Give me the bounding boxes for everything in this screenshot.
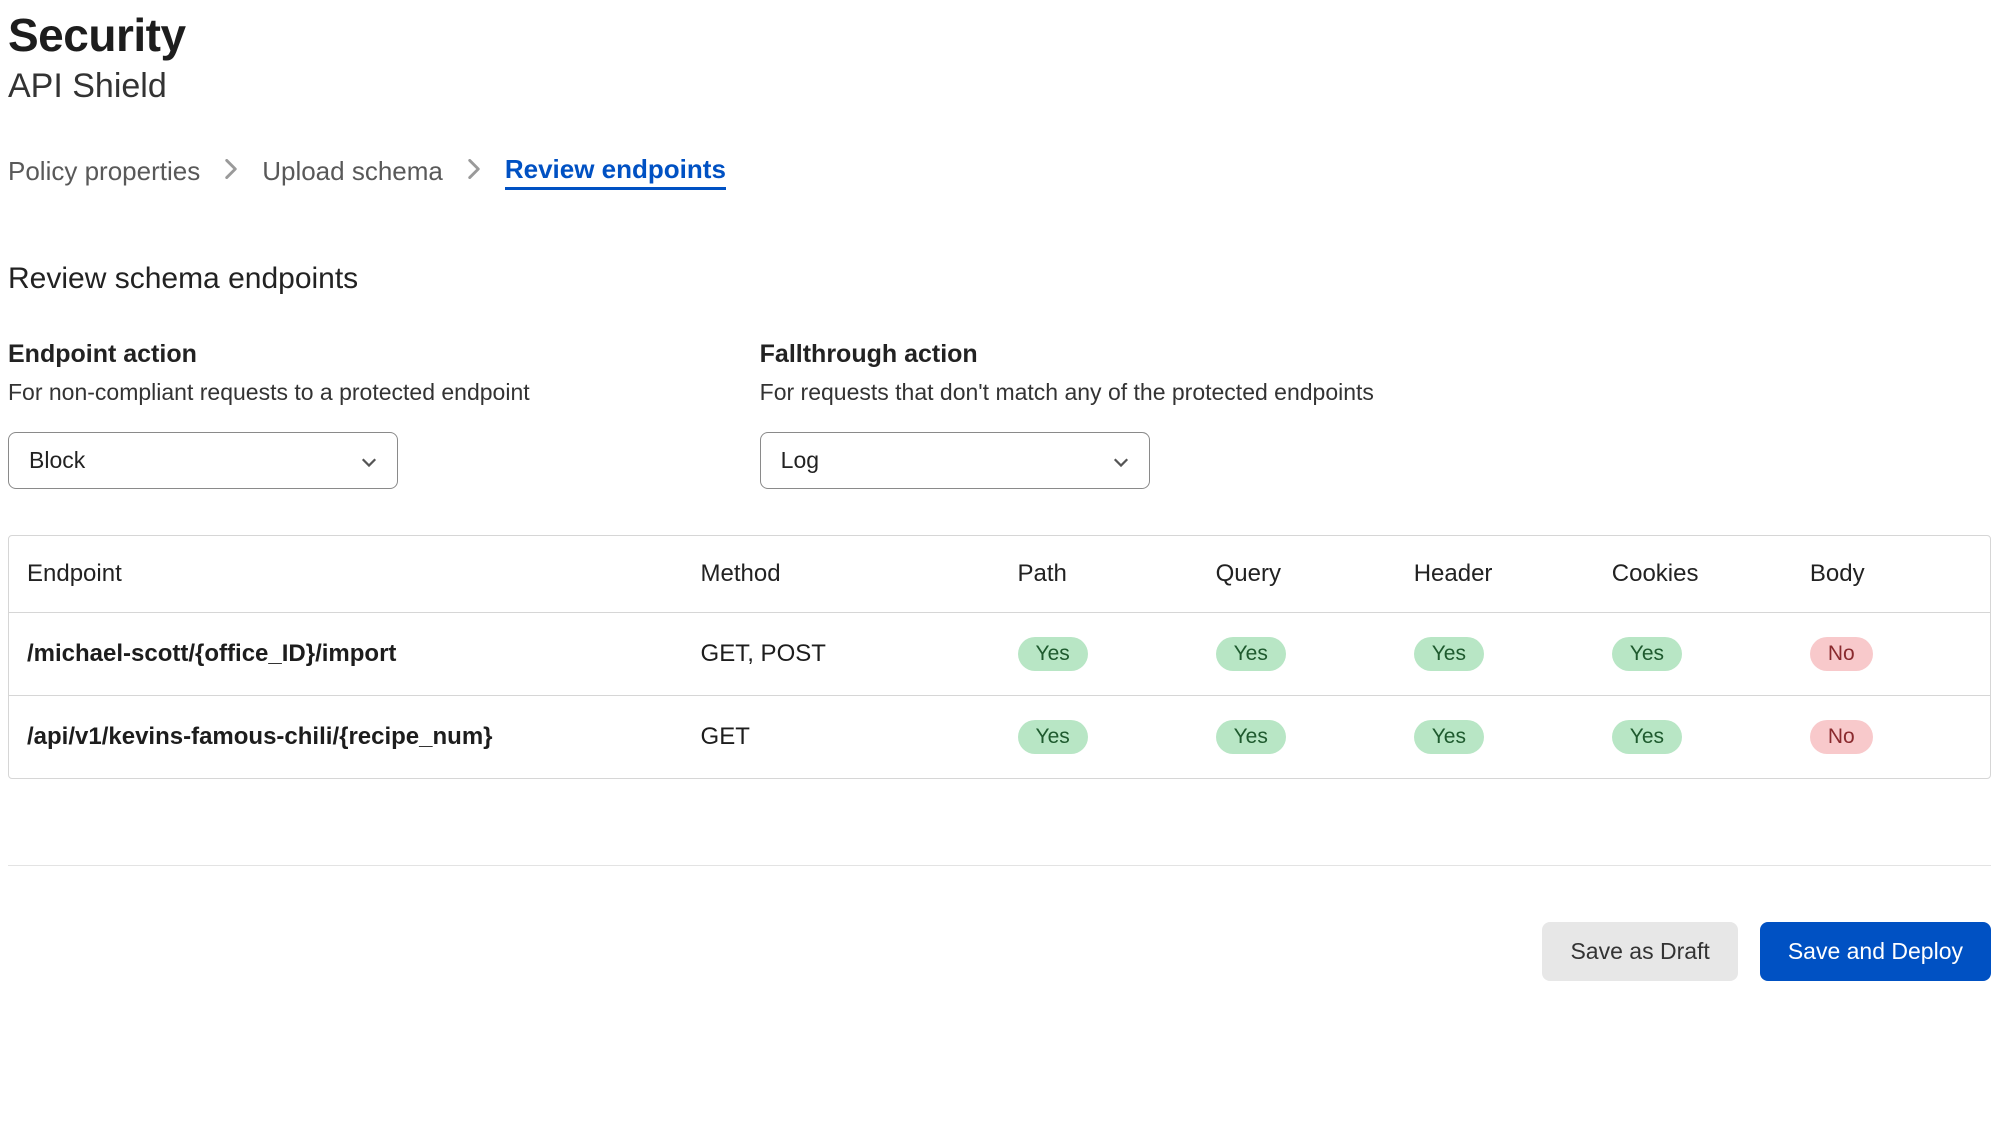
- path-cell: Yes: [1000, 696, 1198, 778]
- breadcrumb-step-upload-schema[interactable]: Upload schema: [262, 156, 443, 187]
- breadcrumb-step-review-endpoints[interactable]: Review endpoints: [505, 154, 726, 190]
- cookies-cell: Yes: [1594, 613, 1792, 696]
- header-cell: Yes: [1396, 696, 1594, 778]
- save-as-draft-button[interactable]: Save as Draft: [1542, 922, 1737, 981]
- query-cell: Yes: [1198, 696, 1396, 778]
- fallthrough-action-label: Fallthrough action: [760, 340, 1374, 369]
- path-cell: Yes: [1000, 613, 1198, 696]
- endpoint-action-selected-value: Block: [29, 447, 85, 474]
- fallthrough-action-description: For requests that don't match any of the…: [760, 379, 1374, 406]
- endpoint-action-description: For non-compliant requests to a protecte…: [8, 379, 530, 406]
- status-pill: No: [1810, 720, 1873, 754]
- footer-actions: Save as Draft Save and Deploy: [8, 922, 1991, 981]
- fallthrough-action-selected-value: Log: [781, 447, 819, 474]
- status-pill: Yes: [1216, 637, 1286, 671]
- col-header-cookies: Cookies: [1594, 536, 1792, 613]
- chevron-right-icon: [224, 159, 238, 185]
- status-pill: No: [1810, 637, 1873, 671]
- table-row: /api/v1/kevins-famous-chili/{recipe_num}…: [9, 696, 1990, 778]
- endpoint-action-block: Endpoint action For non-compliant reques…: [8, 340, 530, 489]
- endpoint-action-select[interactable]: Block: [8, 432, 398, 489]
- col-header-query: Query: [1198, 536, 1396, 613]
- status-pill: Yes: [1018, 720, 1088, 754]
- cookies-cell: Yes: [1594, 696, 1792, 778]
- breadcrumb: Policy properties Upload schema Review e…: [8, 154, 1991, 190]
- page-title: Security: [8, 10, 1991, 61]
- save-and-deploy-button[interactable]: Save and Deploy: [1760, 922, 1991, 981]
- col-header-method: Method: [683, 536, 1000, 613]
- section-heading: Review schema endpoints: [8, 262, 1991, 296]
- endpoint-cell: /api/v1/kevins-famous-chili/{recipe_num}: [9, 696, 683, 778]
- page-subtitle: API Shield: [8, 67, 1991, 106]
- status-pill: Yes: [1216, 720, 1286, 754]
- endpoint-action-label: Endpoint action: [8, 340, 530, 369]
- col-header-header: Header: [1396, 536, 1594, 613]
- method-cell: GET: [683, 696, 1000, 778]
- endpoint-cell: /michael-scott/{office_ID}/import: [9, 613, 683, 696]
- status-pill: Yes: [1612, 720, 1682, 754]
- status-pill: Yes: [1414, 637, 1484, 671]
- col-header-path: Path: [1000, 536, 1198, 613]
- divider: [8, 865, 1991, 866]
- col-header-body: Body: [1792, 536, 1990, 613]
- status-pill: Yes: [1612, 637, 1682, 671]
- method-cell: GET, POST: [683, 613, 1000, 696]
- status-pill: Yes: [1018, 637, 1088, 671]
- body-cell: No: [1792, 696, 1990, 778]
- caret-down-icon: [1113, 447, 1129, 474]
- breadcrumb-step-policy-properties[interactable]: Policy properties: [8, 156, 200, 187]
- chevron-right-icon: [467, 159, 481, 185]
- col-header-endpoint: Endpoint: [9, 536, 683, 613]
- endpoints-table: Endpoint Method Path Query Header Cookie…: [8, 535, 1991, 779]
- query-cell: Yes: [1198, 613, 1396, 696]
- status-pill: Yes: [1414, 720, 1484, 754]
- header-cell: Yes: [1396, 613, 1594, 696]
- fallthrough-action-block: Fallthrough action For requests that don…: [760, 340, 1374, 489]
- fallthrough-action-select[interactable]: Log: [760, 432, 1150, 489]
- body-cell: No: [1792, 613, 1990, 696]
- table-row: /michael-scott/{office_ID}/importGET, PO…: [9, 613, 1990, 696]
- caret-down-icon: [361, 447, 377, 474]
